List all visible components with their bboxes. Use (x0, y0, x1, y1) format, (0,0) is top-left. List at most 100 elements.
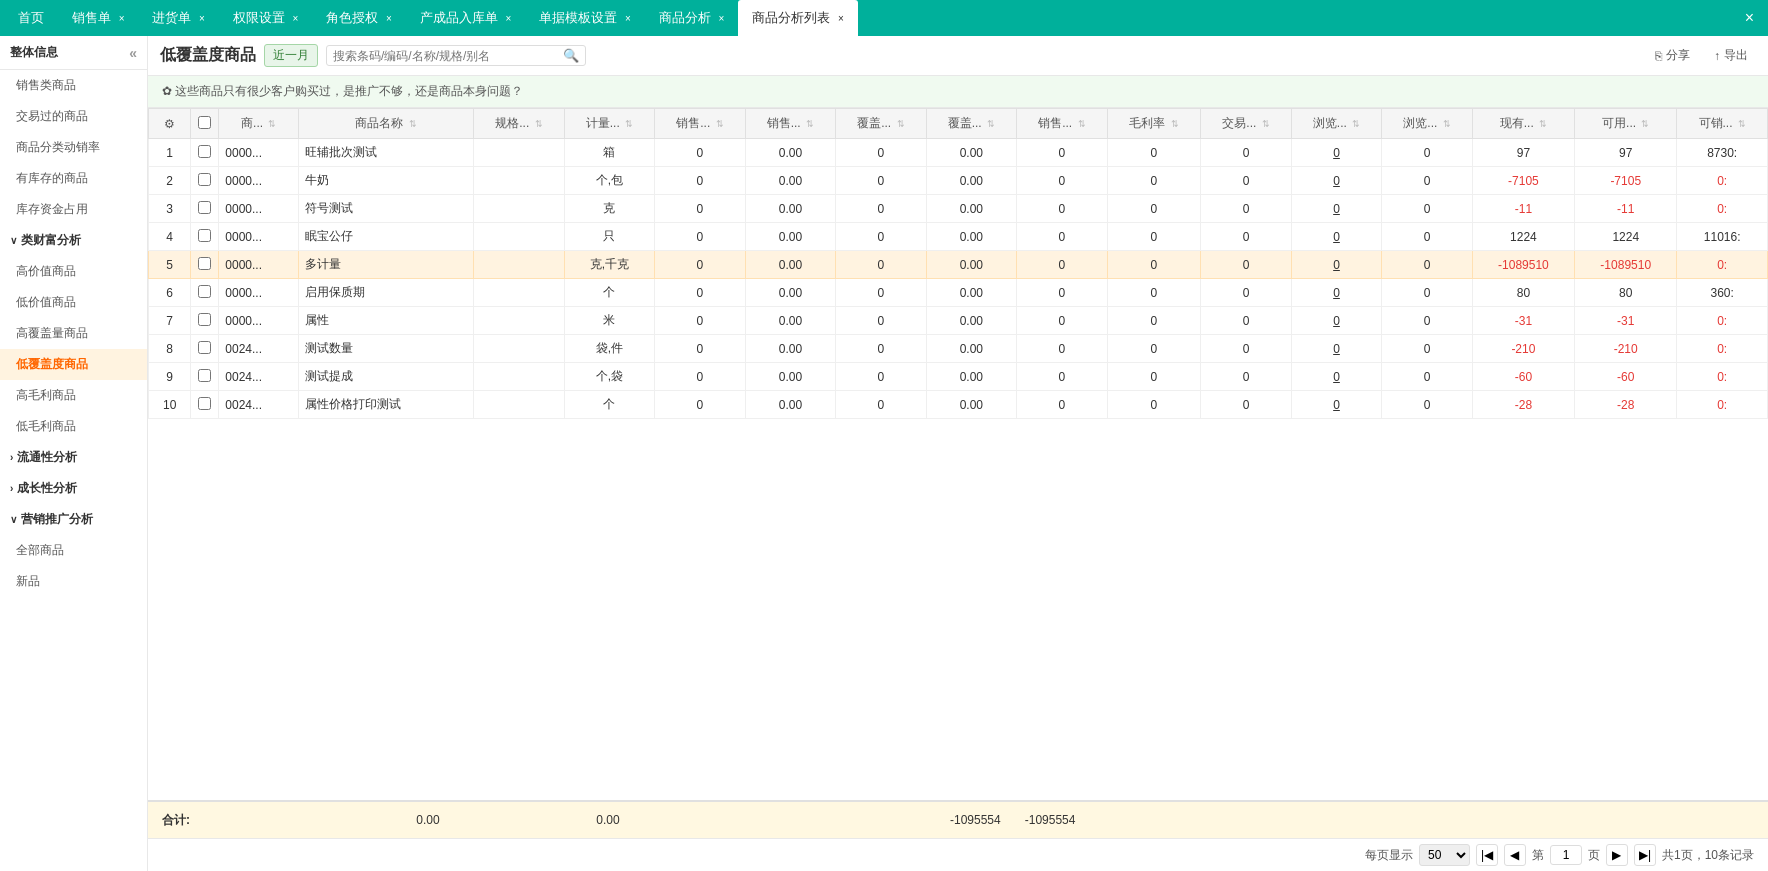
row-browse1[interactable]: 0 (1291, 195, 1381, 223)
sidebar-item-stock-fund[interactable]: 库存资金占用 (0, 194, 147, 225)
row-name[interactable]: 启用保质期 (299, 279, 474, 307)
sidebar-item-new-goods[interactable]: 新品 (0, 566, 147, 597)
sidebar-item-sale-goods[interactable]: 销售类商品 (0, 70, 147, 101)
col-trade[interactable]: 交易... ⇅ (1201, 109, 1291, 139)
row-name[interactable]: 测试提成 (299, 363, 474, 391)
col-browse1[interactable]: 浏览... ⇅ (1291, 109, 1381, 139)
sidebar-toggle[interactable]: « (129, 45, 137, 61)
nav-analysis[interactable]: 商品分析 × (645, 0, 738, 36)
search-input[interactable] (333, 49, 563, 63)
row-name[interactable]: 多计量 (299, 251, 474, 279)
nav-close-template[interactable]: × (625, 13, 631, 24)
row-select[interactable] (191, 335, 219, 363)
page-prev-button[interactable]: ◀ (1504, 844, 1526, 866)
row-select[interactable] (191, 363, 219, 391)
col-sale-other[interactable]: 销售... ⇅ (1017, 109, 1107, 139)
row-select[interactable] (191, 167, 219, 195)
row-checkbox[interactable] (198, 397, 211, 410)
row-name[interactable]: 测试数量 (299, 335, 474, 363)
row-select[interactable] (191, 307, 219, 335)
nav-close-role[interactable]: × (386, 13, 392, 24)
row-browse1[interactable]: 0 (1291, 307, 1381, 335)
select-all-checkbox[interactable] (198, 116, 211, 129)
row-browse1[interactable]: 0 (1291, 167, 1381, 195)
row-checkbox[interactable] (198, 173, 211, 186)
col-coverage1[interactable]: 覆盖... ⇅ (836, 109, 926, 139)
sidebar-item-high-coverage[interactable]: 高覆盖量商品 (0, 318, 147, 349)
row-checkbox[interactable] (198, 369, 211, 382)
row-checkbox[interactable] (198, 257, 211, 270)
row-name[interactable]: 属性价格打印测试 (299, 391, 474, 419)
page-next-button[interactable]: ▶ (1606, 844, 1628, 866)
row-select[interactable] (191, 279, 219, 307)
sidebar-item-low-value[interactable]: 低价值商品 (0, 287, 147, 318)
page-last-button[interactable]: ▶| (1634, 844, 1656, 866)
row-select[interactable] (191, 195, 219, 223)
sidebar-group-growth[interactable]: › 成长性分析 (0, 473, 147, 504)
col-code[interactable]: 商... ⇅ (219, 109, 299, 139)
row-name[interactable]: 符号测试 (299, 195, 474, 223)
col-sale-amount[interactable]: 销售... ⇅ (745, 109, 835, 139)
share-button[interactable]: ⎘ 分享 (1647, 44, 1698, 67)
row-name[interactable]: 旺辅批次测试 (299, 139, 474, 167)
row-select[interactable] (191, 251, 219, 279)
row-checkbox[interactable] (198, 201, 211, 214)
page-size-select[interactable]: 50 100 200 (1419, 844, 1470, 866)
nav-purchase[interactable]: 进货单 × (138, 0, 218, 36)
row-name[interactable]: 属性 (299, 307, 474, 335)
nav-close-analysis[interactable]: × (718, 13, 724, 24)
row-browse1[interactable]: 0 (1291, 363, 1381, 391)
date-filter-button[interactable]: 近一月 (264, 44, 318, 67)
sidebar-group-marketing[interactable]: ∨ 营销推广分析 (0, 504, 147, 535)
nav-analysis-list[interactable]: 商品分析列表 × (738, 0, 857, 36)
page-input[interactable] (1550, 845, 1582, 865)
nav-permission[interactable]: 权限设置 × (219, 0, 312, 36)
sidebar-item-category-rate[interactable]: 商品分类动销率 (0, 132, 147, 163)
sidebar-item-traded-goods[interactable]: 交易过的商品 (0, 101, 147, 132)
sidebar-group-wealth[interactable]: ∨ 类财富分析 (0, 225, 147, 256)
page-first-button[interactable]: |◀ (1476, 844, 1498, 866)
sidebar-item-stock-goods[interactable]: 有库存的商品 (0, 163, 147, 194)
row-browse1[interactable]: 0 (1291, 251, 1381, 279)
sidebar-item-low-coverage[interactable]: 低覆盖度商品 (0, 349, 147, 380)
col-stock-current[interactable]: 现有... ⇅ (1472, 109, 1574, 139)
col-spec[interactable]: 规格... ⇅ (474, 109, 564, 139)
row-select[interactable] (191, 391, 219, 419)
row-browse1[interactable]: 0 (1291, 223, 1381, 251)
row-select[interactable] (191, 139, 219, 167)
sidebar-item-high-profit[interactable]: 高毛利商品 (0, 380, 147, 411)
nav-produce[interactable]: 产成品入库单 × (406, 0, 525, 36)
nav-close-sales[interactable]: × (119, 13, 125, 24)
nav-home[interactable]: 首页 (4, 0, 58, 36)
col-name[interactable]: 商品名称 ⇅ (299, 109, 474, 139)
row-checkbox[interactable] (198, 313, 211, 326)
nav-close-produce[interactable]: × (506, 13, 512, 24)
col-browse2[interactable]: 浏览... ⇅ (1382, 109, 1472, 139)
nav-close-all[interactable]: × (1735, 9, 1764, 27)
nav-close-purchase[interactable]: × (199, 13, 205, 24)
nav-close-analysis-list[interactable]: × (838, 13, 844, 24)
row-browse1[interactable]: 0 (1291, 279, 1381, 307)
col-gross-rate[interactable]: 毛利率 ⇅ (1107, 109, 1201, 139)
row-checkbox[interactable] (198, 341, 211, 354)
row-checkbox[interactable] (198, 229, 211, 242)
row-checkbox[interactable] (198, 285, 211, 298)
col-coverage2[interactable]: 覆盖... ⇅ (926, 109, 1016, 139)
row-checkbox[interactable] (198, 145, 211, 158)
export-button[interactable]: ↑ 导出 (1706, 44, 1756, 67)
sidebar-item-all-goods[interactable]: 全部商品 (0, 535, 147, 566)
col-stock-avail[interactable]: 可用... ⇅ (1575, 109, 1677, 139)
col-stock-sale[interactable]: 可销... ⇅ (1677, 109, 1768, 139)
row-select[interactable] (191, 223, 219, 251)
col-unit[interactable]: 计量... ⇅ (564, 109, 654, 139)
row-browse1[interactable]: 0 (1291, 335, 1381, 363)
row-name[interactable]: 眠宝公仔 (299, 223, 474, 251)
col-sale-count[interactable]: 销售... ⇅ (655, 109, 745, 139)
search-icon[interactable]: 🔍 (563, 48, 579, 63)
nav-sales[interactable]: 销售单 × (58, 0, 138, 36)
nav-role[interactable]: 角色授权 × (312, 0, 405, 36)
row-browse1[interactable]: 0 (1291, 139, 1381, 167)
sidebar-group-flow[interactable]: › 流通性分析 (0, 442, 147, 473)
col-settings[interactable]: ⚙ (149, 109, 191, 139)
nav-close-permission[interactable]: × (293, 13, 299, 24)
